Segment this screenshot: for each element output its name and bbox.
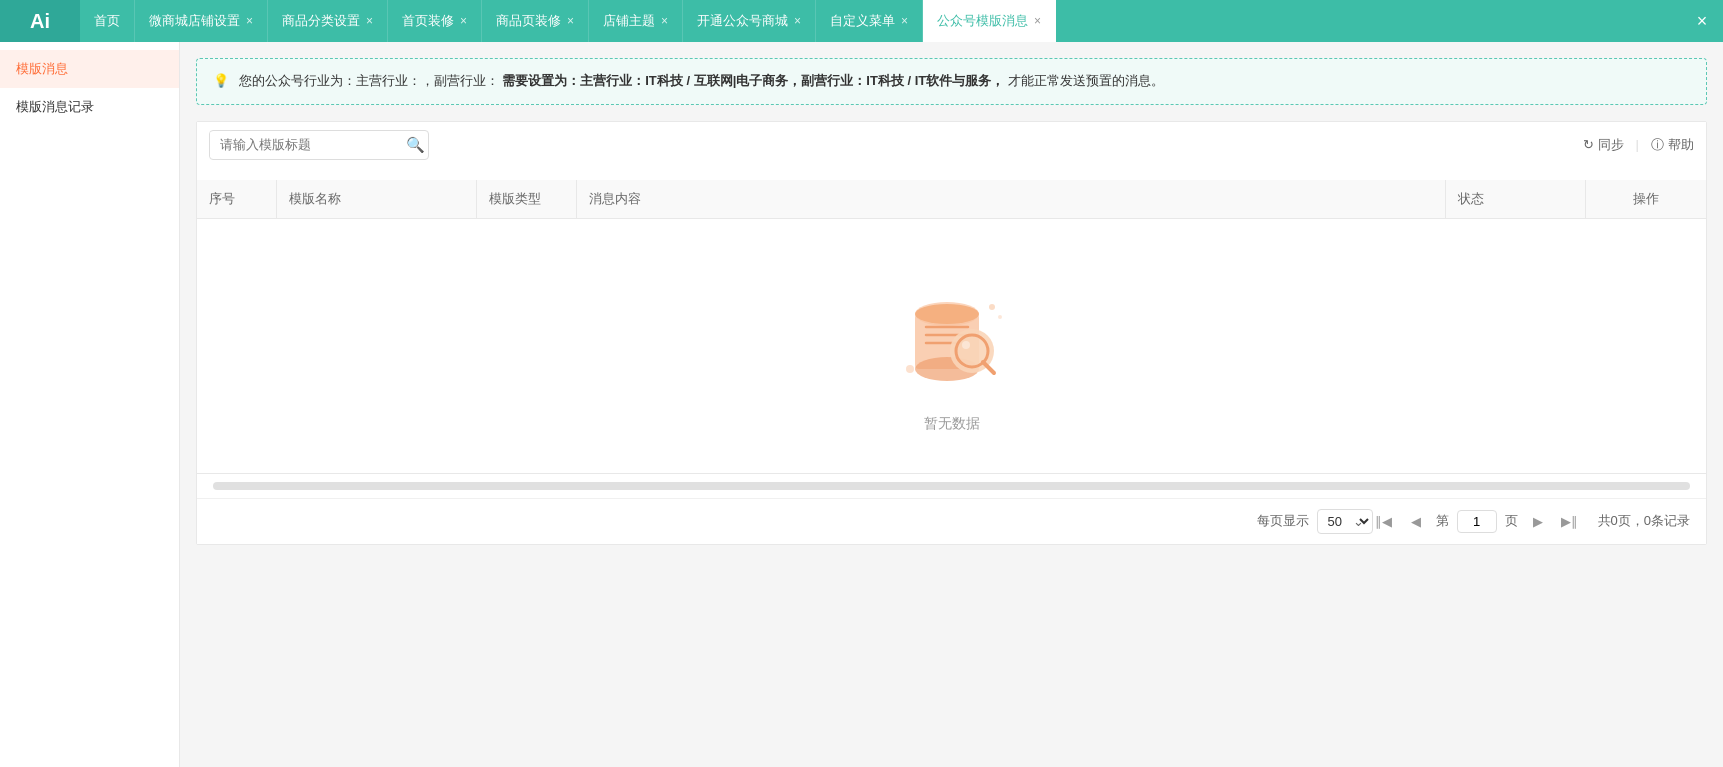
notice-prefix: 您的公众号行业为：主营行业：，副营行业： bbox=[239, 73, 499, 88]
content-area: 💡 您的公众号行业为：主营行业：，副营行业： 需要设置为：主营行业：IT科技 /… bbox=[180, 42, 1723, 767]
search-button[interactable]: 🔍 bbox=[398, 131, 429, 159]
pagination: 每页显示 50 10 20 100 ⌄ ∥◀ ◀ 第 页 ▶ ▶∥ 共0页，0条… bbox=[197, 498, 1706, 544]
tab-theme-label: 店铺主题 bbox=[603, 12, 655, 30]
notice-banner: 💡 您的公众号行业为：主营行业：，副营行业： 需要设置为：主营行业：IT科技 /… bbox=[196, 58, 1707, 105]
search-box: 🔍 bbox=[209, 130, 429, 160]
per-page-select[interactable]: 50 10 20 100 bbox=[1317, 509, 1373, 534]
help-icon: ⓘ bbox=[1651, 136, 1664, 154]
empty-state: 暂无数据 bbox=[197, 219, 1706, 473]
tab-product[interactable]: 商品页装修 × bbox=[482, 0, 589, 42]
prev-page-button[interactable]: ◀ bbox=[1404, 509, 1428, 533]
toolbar-right: ↻ 同步 | ⓘ 帮助 bbox=[1583, 136, 1694, 154]
svg-point-3 bbox=[915, 304, 979, 324]
help-label: 帮助 bbox=[1668, 136, 1694, 154]
sidebar-item-template-record[interactable]: 模版消息记录 bbox=[0, 88, 179, 126]
tab-template-close[interactable]: × bbox=[1034, 14, 1041, 28]
th-name: 模版名称 bbox=[277, 180, 477, 218]
close-icon: × bbox=[1697, 11, 1708, 32]
tab-template[interactable]: 公众号模版消息 × bbox=[923, 0, 1056, 42]
tab-template-label: 公众号模版消息 bbox=[937, 12, 1028, 30]
notice-suffix: 才能正常发送预置的消息。 bbox=[1008, 73, 1164, 88]
search-icon: 🔍 bbox=[406, 136, 425, 153]
tab-mall[interactable]: 开通公众号商城 × bbox=[683, 0, 816, 42]
tab-weshop-close[interactable]: × bbox=[246, 14, 253, 28]
table-container: 🔍 ↻ 同步 | ⓘ 帮助 序号 bbox=[196, 121, 1707, 545]
last-page-button[interactable]: ▶∥ bbox=[1558, 509, 1582, 533]
tab-weshop[interactable]: 微商城店铺设置 × bbox=[135, 0, 268, 42]
window-close-button[interactable]: × bbox=[1681, 0, 1723, 42]
scrollbar-area[interactable] bbox=[197, 473, 1706, 498]
tab-homepage-label: 首页装修 bbox=[402, 12, 454, 30]
notice-highlight: 需要设置为：主营行业：IT科技 / 互联网|电子商务，副营行业：IT科技 / I… bbox=[502, 73, 1004, 88]
main-layout: 模版消息 模版消息记录 💡 您的公众号行业为：主营行业：，副营行业： 需要设置为… bbox=[0, 42, 1723, 767]
th-type: 模版类型 bbox=[477, 180, 577, 218]
toolbar: 🔍 ↻ 同步 | ⓘ 帮助 bbox=[197, 122, 1706, 168]
table-header: 序号 模版名称 模版类型 消息内容 状态 操作 bbox=[197, 180, 1706, 219]
tab-menu-close[interactable]: × bbox=[901, 14, 908, 28]
horizontal-scrollbar[interactable] bbox=[213, 482, 1690, 490]
svg-point-10 bbox=[962, 341, 970, 349]
help-button[interactable]: ⓘ 帮助 bbox=[1651, 136, 1694, 154]
tab-home-label: 首页 bbox=[94, 12, 120, 30]
search-input[interactable] bbox=[210, 132, 398, 157]
th-status: 状态 bbox=[1446, 180, 1586, 218]
th-seq: 序号 bbox=[197, 180, 277, 218]
tab-weshop-label: 微商城店铺设置 bbox=[149, 12, 240, 30]
toolbar-divider: | bbox=[1636, 137, 1639, 152]
sync-label: 同步 bbox=[1598, 136, 1624, 154]
tab-theme[interactable]: 店铺主题 × bbox=[589, 0, 683, 42]
tab-menu[interactable]: 自定义菜单 × bbox=[816, 0, 923, 42]
page-label: 第 bbox=[1436, 512, 1449, 530]
total-text: 共0页，0条记录 bbox=[1598, 512, 1690, 530]
first-page-button[interactable]: ∥◀ bbox=[1372, 509, 1396, 533]
sidebar: 模版消息 模版消息记录 bbox=[0, 42, 180, 767]
page-number-input[interactable] bbox=[1457, 510, 1497, 533]
tab-category[interactable]: 商品分类设置 × bbox=[268, 0, 388, 42]
svg-point-13 bbox=[906, 365, 914, 373]
tab-product-label: 商品页装修 bbox=[496, 12, 561, 30]
empty-text: 暂无数据 bbox=[924, 415, 980, 433]
topbar: Ai 首页 微商城店铺设置 × 商品分类设置 × 首页装修 × 商品页装修 × … bbox=[0, 0, 1723, 42]
tab-mall-close[interactable]: × bbox=[794, 14, 801, 28]
notice-icon: 💡 bbox=[213, 73, 229, 88]
svg-point-12 bbox=[998, 315, 1002, 319]
sync-button[interactable]: ↻ 同步 bbox=[1583, 136, 1624, 154]
next-page-button[interactable]: ▶ bbox=[1526, 509, 1550, 533]
tab-home[interactable]: 首页 bbox=[80, 0, 135, 42]
tab-product-close[interactable]: × bbox=[567, 14, 574, 28]
per-page-label: 每页显示 bbox=[1257, 512, 1309, 530]
tab-category-close[interactable]: × bbox=[366, 14, 373, 28]
tab-homepage[interactable]: 首页装修 × bbox=[388, 0, 482, 42]
svg-point-11 bbox=[989, 304, 995, 310]
th-action: 操作 bbox=[1586, 180, 1706, 218]
empty-icon bbox=[892, 279, 1012, 399]
sync-icon: ↻ bbox=[1583, 137, 1594, 152]
sidebar-item-template-msg-label: 模版消息 bbox=[16, 61, 68, 76]
tab-menu-label: 自定义菜单 bbox=[830, 12, 895, 30]
app-logo: Ai bbox=[0, 0, 80, 42]
tab-list: 首页 微商城店铺设置 × 商品分类设置 × 首页装修 × 商品页装修 × 店铺主… bbox=[80, 0, 1681, 42]
sidebar-item-template-msg[interactable]: 模版消息 bbox=[0, 50, 179, 88]
tab-category-label: 商品分类设置 bbox=[282, 12, 360, 30]
tab-mall-label: 开通公众号商城 bbox=[697, 12, 788, 30]
th-content: 消息内容 bbox=[577, 180, 1446, 218]
tab-homepage-close[interactable]: × bbox=[460, 14, 467, 28]
sidebar-item-template-record-label: 模版消息记录 bbox=[16, 99, 94, 114]
page-unit: 页 bbox=[1505, 512, 1518, 530]
tab-theme-close[interactable]: × bbox=[661, 14, 668, 28]
